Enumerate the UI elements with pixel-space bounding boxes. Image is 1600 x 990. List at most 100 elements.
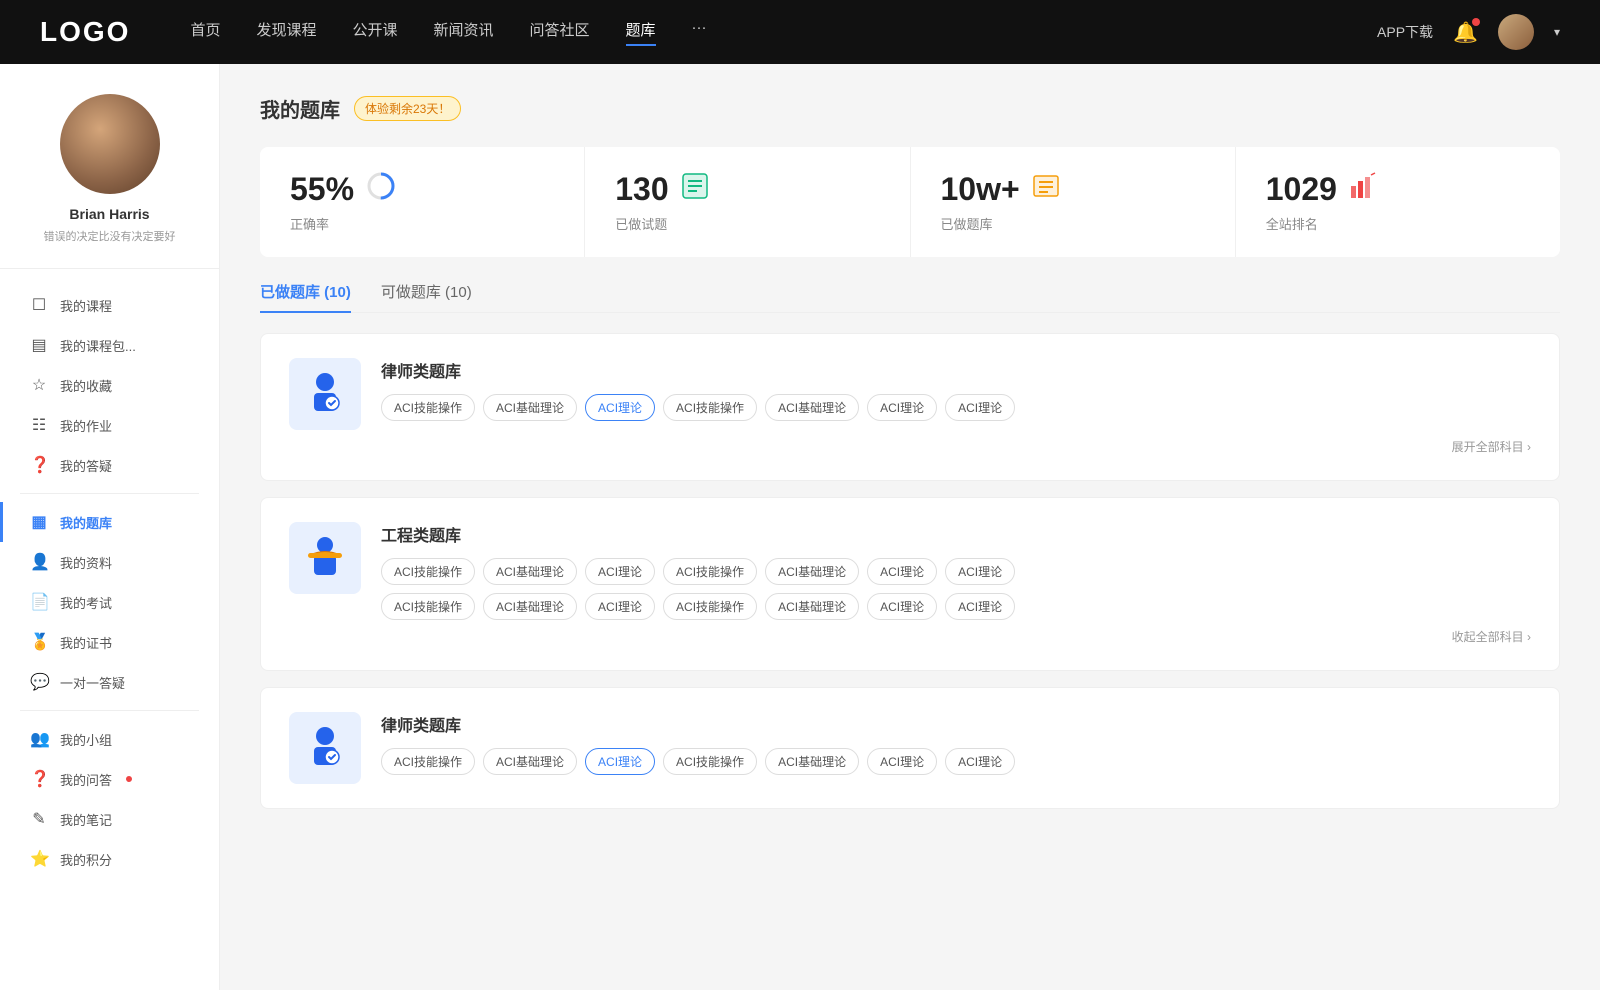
stat-label-done: 已做试题 <box>615 214 879 233</box>
sidebar-item-label: 我的笔记 <box>60 810 112 829</box>
qbank-footer: 展开全部科目 › <box>289 438 1531 456</box>
sidebar-item-label: 我的资料 <box>60 553 112 572</box>
tag-item[interactable]: ACI理论 <box>867 394 937 421</box>
sidebar-item-course[interactable]: ☐ 我的课程 <box>0 285 219 325</box>
my-qa-icon: ❓ <box>30 769 48 789</box>
tag-item[interactable]: ACI理论 <box>867 748 937 775</box>
tag-item[interactable]: ACI技能操作 <box>381 394 475 421</box>
qbank-card-lawyer2: 律师类题库 ACI技能操作 ACI基础理论 ACI理论 ACI技能操作 ACI基… <box>260 687 1560 809</box>
tag-item[interactable]: ACI理论 <box>585 593 655 620</box>
points-icon: ⭐ <box>30 849 48 869</box>
tag-item[interactable]: ACI理论 <box>945 394 1015 421</box>
sidebar-profile: Brian Harris 错误的决定比没有决定要好 <box>0 94 219 269</box>
tag-item[interactable]: ACI基础理论 <box>765 394 859 421</box>
tag-item[interactable]: ACI技能操作 <box>663 593 757 620</box>
sidebar-item-qa[interactable]: ❓ 我的答疑 <box>0 445 219 485</box>
user-avatar[interactable] <box>1498 14 1534 50</box>
sidebar-item-exam[interactable]: 📄 我的考试 <box>0 582 219 622</box>
sidebar-item-profile[interactable]: 👤 我的资料 <box>0 542 219 582</box>
sidebar-item-certificate[interactable]: 🏅 我的证书 <box>0 622 219 662</box>
sidebar-item-notes[interactable]: ✎ 我的笔记 <box>0 799 219 839</box>
sidebar-item-one-on-one[interactable]: 💬 一对一答疑 <box>0 662 219 702</box>
tag-item[interactable]: ACI基础理论 <box>765 748 859 775</box>
tag-item[interactable]: ACI技能操作 <box>663 748 757 775</box>
tag-item[interactable]: ACI技能操作 <box>381 593 475 620</box>
sidebar-menu: ☐ 我的课程 ▤ 我的课程包... ☆ 我的收藏 ☷ 我的作业 ❓ 我的答疑 ▦ <box>0 269 219 895</box>
qbank-icon-lawyer2 <box>289 712 361 784</box>
qbank-info: 律师类题库 ACI技能操作 ACI基础理论 ACI理论 ACI技能操作 ACI基… <box>381 358 1531 421</box>
tag-item[interactable]: ACI基础理论 <box>765 593 859 620</box>
engineer-svg-icon <box>300 533 350 583</box>
app-download-button[interactable]: APP下载 <box>1377 22 1433 42</box>
qbank-info: 律师类题库 ACI技能操作 ACI基础理论 ACI理论 ACI技能操作 ACI基… <box>381 712 1531 775</box>
sidebar-item-label: 我的小组 <box>60 730 112 749</box>
tab-done-banks[interactable]: 已做题库 (10) <box>260 281 351 312</box>
course-icon: ☐ <box>30 295 48 315</box>
group-icon: 👥 <box>30 729 48 749</box>
tag-item-active[interactable]: ACI理论 <box>585 394 655 421</box>
nav-courses[interactable]: 发现课程 <box>256 19 316 46</box>
qbank-icon-engineer <box>289 522 361 594</box>
logo: LOGO <box>40 16 130 48</box>
user-dropdown-arrow[interactable]: ▾ <box>1554 25 1560 39</box>
sidebar-item-label: 我的题库 <box>60 513 112 532</box>
avatar-img <box>60 94 160 194</box>
qbank-card-lawyer1: 律师类题库 ACI技能操作 ACI基础理论 ACI理论 ACI技能操作 ACI基… <box>260 333 1560 481</box>
sidebar-item-label: 我的课程 <box>60 296 112 315</box>
sidebar-item-course-package[interactable]: ▤ 我的课程包... <box>0 325 219 365</box>
sidebar-item-label: 我的考试 <box>60 593 112 612</box>
qbank-tags: ACI技能操作 ACI基础理论 ACI理论 ACI技能操作 ACI基础理论 AC… <box>381 748 1531 775</box>
tag-item[interactable]: ACI技能操作 <box>663 558 757 585</box>
tag-item[interactable]: ACI理论 <box>945 593 1015 620</box>
tag-item[interactable]: ACI理论 <box>585 558 655 585</box>
tag-item[interactable]: ACI理论 <box>945 748 1015 775</box>
nav-question-bank[interactable]: 题库 <box>626 19 656 46</box>
sidebar-item-points[interactable]: ⭐ 我的积分 <box>0 839 219 879</box>
nav-open-course[interactable]: 公开课 <box>352 19 397 46</box>
question-bank-icon: ▦ <box>30 512 48 532</box>
tag-item[interactable]: ACI基础理论 <box>483 394 577 421</box>
notification-bell[interactable]: 🔔 <box>1453 20 1478 45</box>
collapse-button[interactable]: 收起全部科目 › <box>1452 630 1531 644</box>
qbank-tags: ACI技能操作 ACI基础理论 ACI理论 ACI技能操作 ACI基础理论 AC… <box>381 394 1531 421</box>
stat-top: 10w+ <box>941 171 1205 208</box>
tag-item[interactable]: ACI理论 <box>867 558 937 585</box>
nav-menu: 首页 发现课程 公开课 新闻资讯 问答社区 题库 ··· <box>190 19 1377 46</box>
qbank-header: 律师类题库 ACI技能操作 ACI基础理论 ACI理论 ACI技能操作 ACI基… <box>289 358 1531 430</box>
certificate-icon: 🏅 <box>30 632 48 652</box>
tag-item[interactable]: ACI理论 <box>867 593 937 620</box>
qbank-info: 工程类题库 ACI技能操作 ACI基础理论 ACI理论 ACI技能操作 ACI基… <box>381 522 1531 620</box>
navbar-right: APP下载 🔔 ▾ <box>1377 14 1560 50</box>
page-header: 我的题库 体验剩余23天！ <box>260 94 1560 123</box>
page-layout: Brian Harris 错误的决定比没有决定要好 ☐ 我的课程 ▤ 我的课程包… <box>0 64 1600 990</box>
tag-item[interactable]: ACI理论 <box>945 558 1015 585</box>
sidebar-item-favorites[interactable]: ☆ 我的收藏 <box>0 365 219 405</box>
nav-more[interactable]: ··· <box>692 19 707 46</box>
tag-item[interactable]: ACI技能操作 <box>381 748 475 775</box>
stat-value-accuracy: 55% <box>290 171 354 208</box>
qbank-name: 律师类题库 <box>381 358 1531 382</box>
tag-item[interactable]: ACI技能操作 <box>663 394 757 421</box>
nav-qa[interactable]: 问答社区 <box>530 19 590 46</box>
qbank-tags-row2: ACI技能操作 ACI基础理论 ACI理论 ACI技能操作 ACI基础理论 AC… <box>381 593 1531 620</box>
tag-item[interactable]: ACI基础理论 <box>483 748 577 775</box>
tag-item[interactable]: ACI基础理论 <box>483 593 577 620</box>
expand-button[interactable]: 展开全部科目 › <box>1452 440 1531 454</box>
sidebar-item-my-qa[interactable]: ❓ 我的问答 <box>0 759 219 799</box>
sidebar-item-question-bank[interactable]: ▦ 我的题库 <box>0 502 219 542</box>
nav-news[interactable]: 新闻资讯 <box>434 19 494 46</box>
tag-item[interactable]: ACI基础理论 <box>765 558 859 585</box>
tab-available-banks[interactable]: 可做题库 (10) <box>381 281 472 312</box>
sidebar-item-homework[interactable]: ☷ 我的作业 <box>0 405 219 445</box>
tag-item[interactable]: ACI基础理论 <box>483 558 577 585</box>
exam-icon: 📄 <box>30 592 48 612</box>
tag-item[interactable]: ACI技能操作 <box>381 558 475 585</box>
lawyer-svg-icon <box>300 369 350 419</box>
sidebar-item-label: 我的证书 <box>60 633 112 652</box>
sidebar-item-group[interactable]: 👥 我的小组 <box>0 719 219 759</box>
qbank-card-engineer1: 工程类题库 ACI技能操作 ACI基础理论 ACI理论 ACI技能操作 ACI基… <box>260 497 1560 671</box>
qbank-header: 工程类题库 ACI技能操作 ACI基础理论 ACI理论 ACI技能操作 ACI基… <box>289 522 1531 620</box>
qbank-name: 工程类题库 <box>381 522 1531 546</box>
tag-item-active[interactable]: ACI理论 <box>585 748 655 775</box>
nav-home[interactable]: 首页 <box>190 19 220 46</box>
